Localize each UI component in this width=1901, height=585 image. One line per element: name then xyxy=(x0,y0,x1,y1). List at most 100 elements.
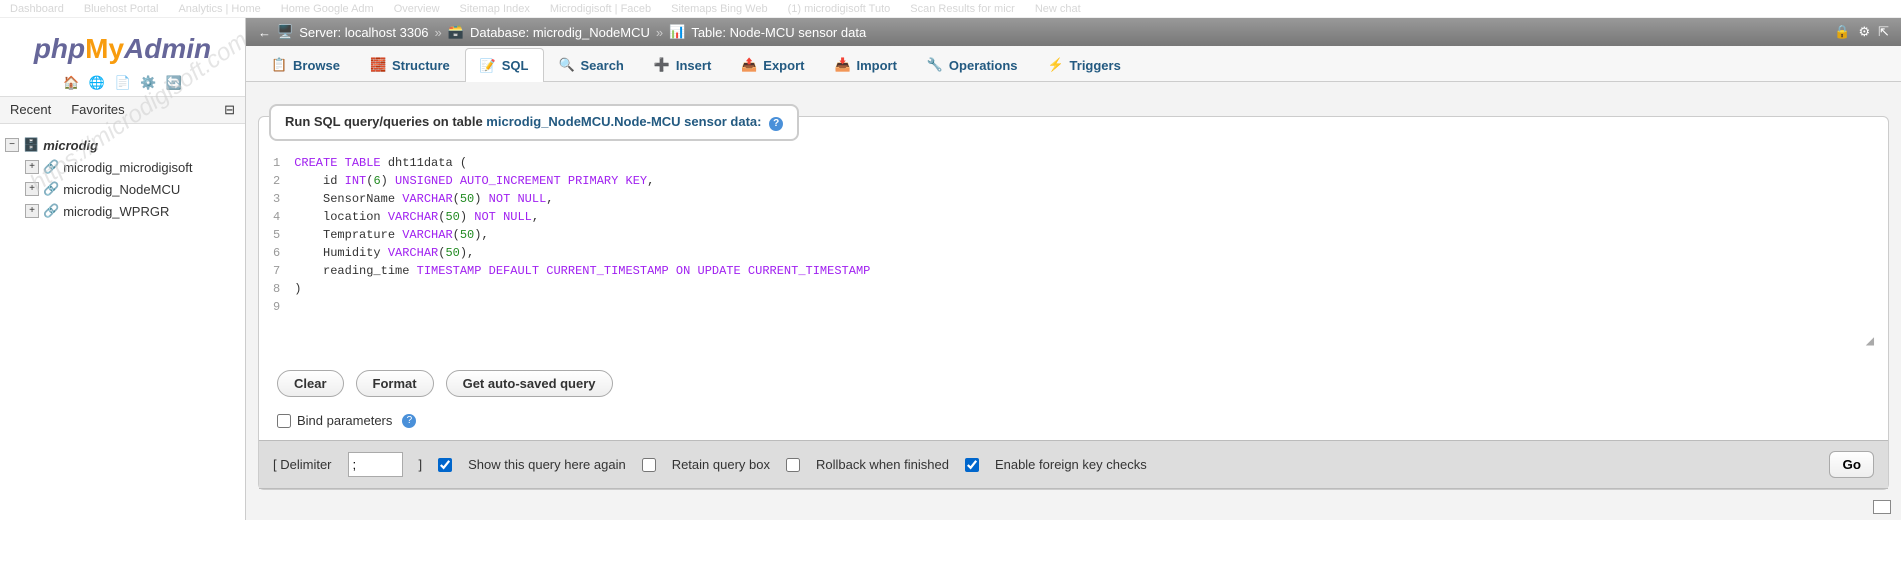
tab-export[interactable]: 📤 Export xyxy=(726,48,819,81)
sql-footer: [ Delimiter ] Show this query here again… xyxy=(259,440,1888,489)
bookmark-item[interactable]: Analytics | Home xyxy=(178,3,260,15)
show-again-label[interactable]: Show this query here again xyxy=(468,457,626,472)
logout-icon[interactable]: 🌐 xyxy=(89,75,105,91)
tree-db-item[interactable]: + 🔗 microdig_NodeMCU xyxy=(5,178,240,200)
sql-editor[interactable]: 123456789 CREATE TABLE dht11data ( id IN… xyxy=(267,152,1880,352)
collapse-toggle[interactable]: − xyxy=(5,138,19,152)
link-icon: 🔗 xyxy=(43,203,59,219)
main: ← 🖥️ Server: localhost 3306 » 🗃️ Databas… xyxy=(245,18,1901,520)
bookmark-item[interactable]: Dashboard xyxy=(10,3,64,15)
show-again-checkbox[interactable] xyxy=(438,458,452,472)
breadcrumb-server[interactable]: Server: localhost 3306 xyxy=(299,25,428,40)
tab-recent[interactable]: Recent xyxy=(0,97,61,123)
server-icon: 🖥️ xyxy=(277,24,293,40)
collapse-icon[interactable]: ⊟ xyxy=(214,97,245,123)
format-button[interactable]: Format xyxy=(356,370,434,397)
rollback-label[interactable]: Rollback when finished xyxy=(816,457,949,472)
bookmark-item[interactable]: Bluehost Portal xyxy=(84,3,159,15)
retain-label[interactable]: Retain query box xyxy=(672,457,770,472)
docs-icon[interactable]: 📄 xyxy=(115,75,131,91)
nav-back-icon[interactable]: ← xyxy=(258,25,271,40)
rollback-checkbox[interactable] xyxy=(786,458,800,472)
tab-import[interactable]: 📥Import xyxy=(819,48,911,81)
import-icon: 📥 xyxy=(834,57,850,73)
breadcrumb-database[interactable]: Database: microdig_NodeMCU xyxy=(470,25,650,40)
bookmark-item[interactable]: Sitemap Index xyxy=(460,3,530,15)
query-header-link[interactable]: microdig_NodeMCU.Node-MCU sensor data: xyxy=(486,114,761,129)
editor-buttons: Clear Format Get auto-saved query xyxy=(259,360,1888,407)
database-icon: 🗃️ xyxy=(448,24,464,40)
retain-checkbox[interactable] xyxy=(642,458,656,472)
bookmark-item[interactable]: Sitemaps Bing Web xyxy=(671,3,767,15)
expand-toggle[interactable]: + xyxy=(25,160,39,174)
tab-triggers[interactable]: ⚡Triggers xyxy=(1033,48,1136,81)
tab-structure[interactable]: 🧱Structure xyxy=(355,48,465,81)
delimiter-input[interactable] xyxy=(348,452,403,477)
delimiter-close: ] xyxy=(419,457,423,472)
bind-parameters-label[interactable]: Bind parameters xyxy=(297,413,392,428)
expand-toggle[interactable]: + xyxy=(25,182,39,196)
browser-bookmarks: Dashboard Bluehost Portal Analytics | Ho… xyxy=(0,0,1901,18)
bookmark-item[interactable]: Home Google Adm xyxy=(281,3,374,15)
fk-label[interactable]: Enable foreign key checks xyxy=(995,457,1147,472)
tree-db-label[interactable]: microdig_microdigisoft xyxy=(63,160,192,175)
table-icon: 📊 xyxy=(669,24,685,40)
bind-parameters-checkbox[interactable] xyxy=(277,414,291,428)
tab-label: Export xyxy=(763,58,804,73)
sidebar-toolbar: 🏠 🌐 📄 ⚙️ 🔄 xyxy=(0,70,245,96)
tab-sql[interactable]: 📝SQL xyxy=(465,48,544,82)
help-icon[interactable]: ? xyxy=(402,414,416,428)
help-icon[interactable]: ? xyxy=(769,117,783,131)
fk-checkbox[interactable] xyxy=(965,458,979,472)
bookmark-item[interactable]: Overview xyxy=(394,3,440,15)
logo-php: php xyxy=(34,33,85,64)
expand-toggle[interactable]: + xyxy=(25,204,39,218)
home-icon[interactable]: 🏠 xyxy=(63,75,79,91)
tree-root[interactable]: − 🗄️ microdig xyxy=(5,134,240,156)
exit-icon[interactable]: ⇱ xyxy=(1878,24,1889,40)
lock-icon[interactable]: 🔒 xyxy=(1834,24,1850,40)
logo[interactable]: phpMyAdmin xyxy=(0,28,245,70)
reload-icon[interactable]: 🔄 xyxy=(166,75,182,91)
server-icon: 🗄️ xyxy=(23,137,39,153)
tab-insert[interactable]: ➕Insert xyxy=(639,48,726,81)
console-toggle-icon[interactable] xyxy=(1873,500,1891,514)
link-icon: 🔗 xyxy=(43,159,59,175)
get-autosaved-button[interactable]: Get auto-saved query xyxy=(446,370,613,397)
browse-icon: 📋 xyxy=(271,57,287,73)
tab-label: Search xyxy=(581,58,624,73)
operations-icon: 🔧 xyxy=(927,57,943,73)
tab-label: Browse xyxy=(293,58,340,73)
breadcrumb-table[interactable]: Table: Node-MCU sensor data xyxy=(691,25,866,40)
tree-root-label[interactable]: microdig xyxy=(43,138,98,153)
tab-label: SQL xyxy=(502,58,529,73)
sql-query-panel: Run SQL query/queries on table microdig_… xyxy=(258,116,1889,490)
settings-icon[interactable]: ⚙️ xyxy=(140,75,156,91)
tab-browse[interactable]: 📋 Browse xyxy=(256,48,355,81)
tab-search[interactable]: 🔍 Search xyxy=(544,48,639,81)
bookmark-item[interactable]: New chat xyxy=(1035,3,1081,15)
sidebar-tabs: Recent Favorites ⊟ xyxy=(0,96,245,124)
tree-db-label[interactable]: microdig_WPRGR xyxy=(63,204,169,219)
gear-icon[interactable]: ⚙ xyxy=(1858,24,1870,40)
logo-admin: Admin xyxy=(124,33,211,64)
resize-handle-icon[interactable]: ◢ xyxy=(1866,333,1874,350)
bookmark-item[interactable]: (1) microdigisoft Tuto xyxy=(788,3,891,15)
tree-db-label[interactable]: microdig_NodeMCU xyxy=(63,182,180,197)
breadcrumb: ← 🖥️ Server: localhost 3306 » 🗃️ Databas… xyxy=(246,18,1901,46)
tab-label: Structure xyxy=(392,58,450,73)
export-icon: 📤 xyxy=(741,57,757,73)
tab-favorites[interactable]: Favorites xyxy=(61,97,134,123)
clear-button[interactable]: Clear xyxy=(277,370,344,397)
tab-operations[interactable]: 🔧Operations xyxy=(912,48,1033,81)
sql-code[interactable]: CREATE TABLE dht11data ( id INT(6) UNSIG… xyxy=(286,152,1880,352)
bookmark-item[interactable]: Scan Results for micr xyxy=(910,3,1015,15)
tree-db-item[interactable]: + 🔗 microdig_WPRGR xyxy=(5,200,240,222)
go-button[interactable]: Go xyxy=(1829,451,1874,478)
tab-label: Insert xyxy=(676,58,711,73)
tree-db-item[interactable]: + 🔗 microdig_microdigisoft xyxy=(5,156,240,178)
link-icon: 🔗 xyxy=(43,181,59,197)
line-gutter: 123456789 xyxy=(267,152,286,352)
search-icon: 🔍 xyxy=(559,57,575,73)
bookmark-item[interactable]: Microdigisoft | Faceb xyxy=(550,3,651,15)
